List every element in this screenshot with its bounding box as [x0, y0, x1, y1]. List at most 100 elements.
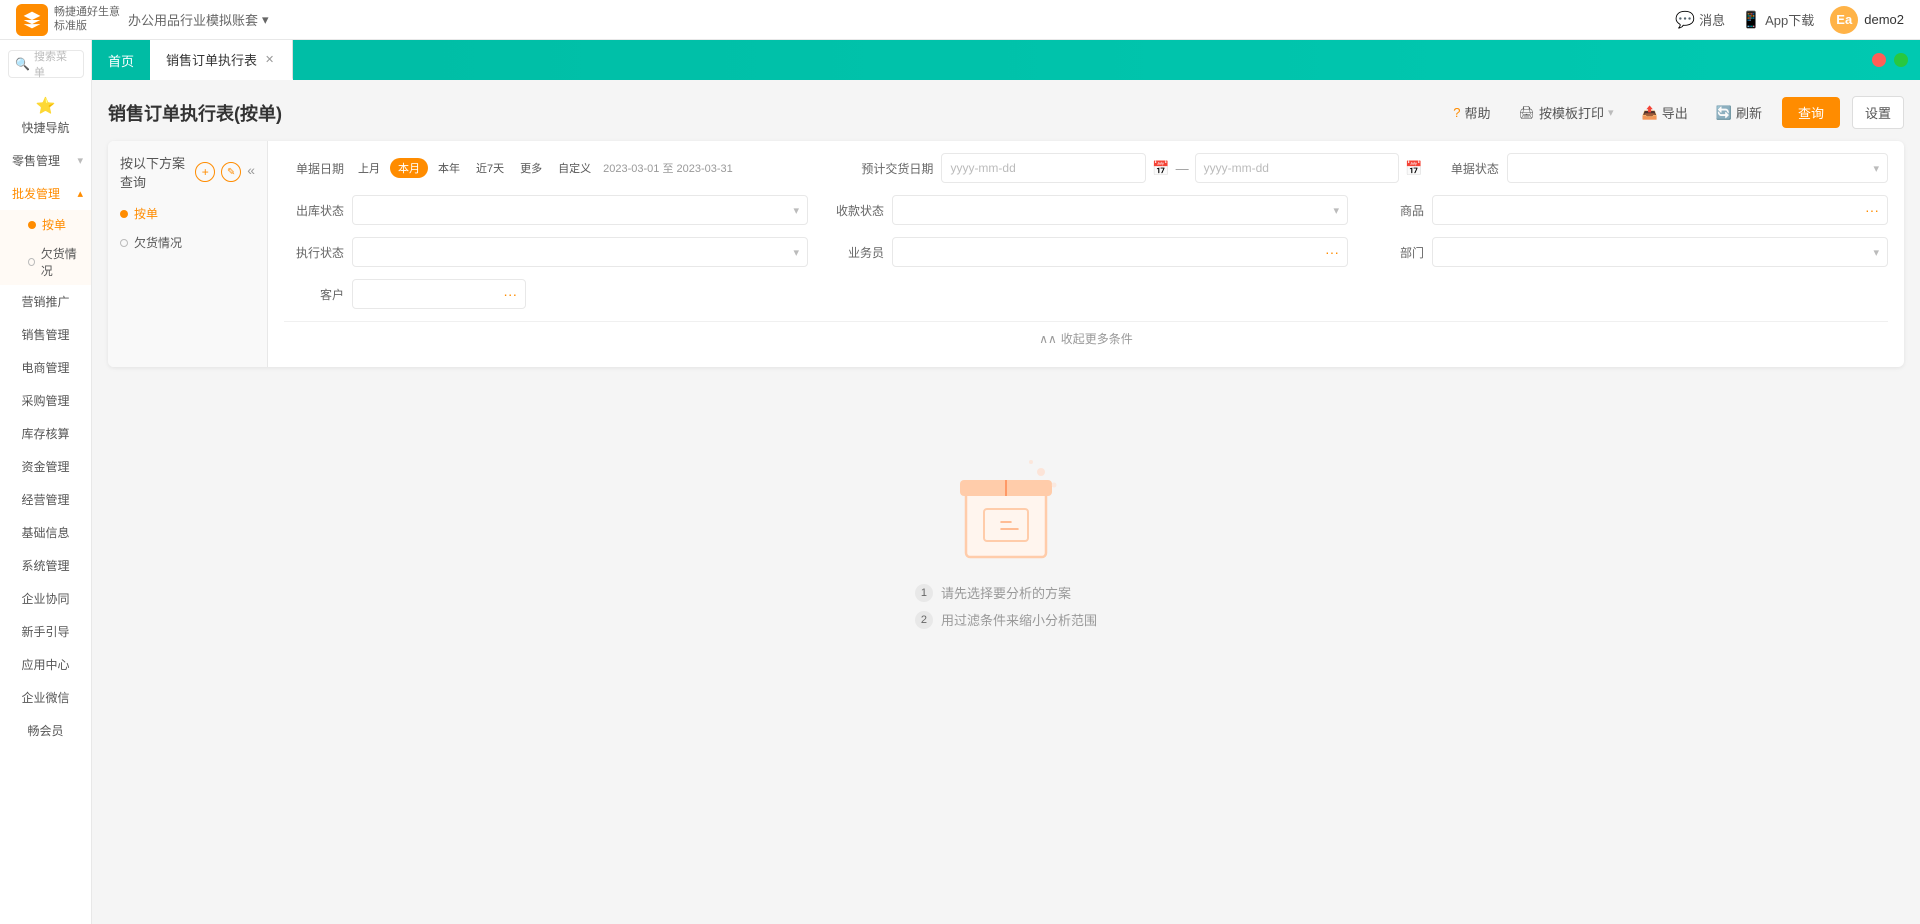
sidebar-item-enterprise[interactable]: 企业协同: [0, 582, 91, 615]
page-title: 销售订单执行表(按单): [108, 100, 282, 126]
dropdown-icon[interactable]: ▾: [262, 12, 269, 28]
sidebar-item-ecommerce[interactable]: 电商管理: [0, 351, 91, 384]
refresh-button[interactable]: 🔄 刷新: [1708, 99, 1770, 126]
salesperson-label: 业务员: [824, 244, 884, 261]
warehouse-status-select[interactable]: ▾: [352, 195, 808, 225]
sidebar-item-marketing[interactable]: 营销推广: [0, 285, 91, 318]
sidebar-item-quick-nav[interactable]: ⭐ 快捷导航: [0, 88, 91, 144]
customer-dots[interactable]: ···: [503, 286, 517, 302]
export-button[interactable]: 📤 导出: [1634, 99, 1696, 126]
date-end-icon[interactable]: 📅: [1405, 160, 1422, 177]
filter-panel: 按以下方案查询 + ✎ « 按单: [108, 141, 1904, 367]
retail-label: 零售管理: [12, 152, 60, 169]
member-label: 畅会员: [27, 722, 63, 739]
ecommerce-label: 电商管理: [21, 359, 69, 376]
sidebar-item-finance[interactable]: 资金管理: [0, 450, 91, 483]
expected-date-start[interactable]: yyyy-mm-dd: [941, 153, 1146, 183]
filter-sidebar: 按以下方案查询 + ✎ « 按单: [108, 141, 268, 367]
user-profile[interactable]: Ea demo2: [1830, 6, 1904, 34]
filter-row-4: 客户 ···: [284, 279, 1888, 309]
sidebar-item-system[interactable]: 系统管理: [0, 549, 91, 582]
date-start-icon[interactable]: 📅: [1152, 160, 1169, 177]
product-input[interactable]: ···: [1432, 195, 1888, 225]
salesperson-dots[interactable]: ···: [1325, 244, 1339, 260]
filter-field-salesperson: 业务员 ···: [824, 237, 1348, 267]
sidebar-item-purchase[interactable]: 采购管理: [0, 384, 91, 417]
sidebar-item-newuser[interactable]: 新手引导: [0, 615, 91, 648]
product-label: 商品: [1364, 202, 1424, 219]
search-input-box[interactable]: 🔍 搜索菜单: [8, 50, 84, 78]
product-dots[interactable]: ···: [1865, 202, 1879, 218]
customer-input[interactable]: ···: [352, 279, 526, 309]
department-select[interactable]: ▾: [1432, 237, 1888, 267]
date-sep: —: [1176, 161, 1189, 176]
filter-row-2: 出库状态 ▾ 收款状态 ▾: [284, 195, 1888, 225]
collapse-row: ∧∧ 收起更多条件: [284, 321, 1888, 355]
avatar: Ea: [1830, 6, 1858, 34]
finance-label: 资金管理: [21, 458, 69, 475]
window-close-button[interactable]: ✕: [1872, 53, 1886, 67]
query-button[interactable]: 查询: [1782, 97, 1840, 128]
sidebar-sub-item-按单[interactable]: 按单: [16, 210, 91, 239]
payment-status-label: 收款状态: [824, 202, 884, 219]
empty-step-2: 2 用过滤条件来缩小分析范围: [915, 610, 1097, 629]
message-button[interactable]: 💬 消息: [1675, 10, 1725, 30]
edit-scheme-button[interactable]: ✎: [221, 162, 241, 182]
wechat-label: 企业微信: [21, 689, 69, 706]
purchase-label: 采购管理: [21, 392, 69, 409]
tab-home[interactable]: 首页: [92, 40, 150, 80]
exec-status-select[interactable]: ▾: [352, 237, 808, 267]
quick-date-buttons: 上月 本月 本年 近7天 更多 自定义: [352, 158, 597, 178]
sidebar-item-basic[interactable]: 基础信息: [0, 516, 91, 549]
sidebar-item-appstore[interactable]: 应用中心: [0, 648, 91, 681]
filter-fields: 单据日期 上月 本月 本年 近7天 更多 自定义: [268, 141, 1904, 367]
filter-scheme-按单[interactable]: 按单: [108, 199, 267, 228]
quick-date-more[interactable]: 更多: [514, 158, 548, 178]
sidebar-sub-item-欠货情况[interactable]: 欠货情况: [16, 239, 91, 285]
sidebar-item-wholesale[interactable]: 批发管理 ▴: [0, 177, 91, 210]
quick-nav-label: 快捷导航: [21, 119, 69, 136]
quick-date-last-month[interactable]: 上月: [352, 158, 386, 178]
salesperson-input[interactable]: ···: [892, 237, 1348, 267]
expected-date-label: 预计交货日期: [861, 160, 933, 177]
expected-date-end[interactable]: yyyy-mm-dd: [1195, 153, 1400, 183]
wholesale-label: 批发管理: [12, 185, 60, 202]
filter-field-order-status: 单据状态 ▾: [1439, 153, 1888, 183]
basic-label: 基础信息: [21, 524, 69, 541]
filter-field-warehouse-status: 出库状态 ▾: [284, 195, 808, 225]
print-button[interactable]: 🖨 按模板打印 ▾: [1511, 99, 1622, 126]
sidebar-item-inventory[interactable]: 库存核算: [0, 417, 91, 450]
page-actions: ? 帮助 🖨 按模板打印 ▾ 📤 导出 🔄: [1445, 96, 1904, 129]
order-status-select[interactable]: ▾: [1507, 153, 1888, 183]
filter-field-customer: 客户 ···: [284, 279, 526, 309]
app-download-button[interactable]: 📱 App下载: [1741, 10, 1814, 30]
payment-status-select[interactable]: ▾: [892, 195, 1348, 225]
sidebar-item-sales[interactable]: 销售管理: [0, 318, 91, 351]
tab-sales-order[interactable]: 销售订单执行表 ✕: [150, 40, 293, 80]
settings-button[interactable]: 设置: [1852, 96, 1904, 129]
add-scheme-button[interactable]: +: [195, 162, 215, 182]
empty-step-1: 1 请先选择要分析的方案: [915, 583, 1097, 602]
enterprise-label: 企业协同: [21, 590, 69, 607]
filter-field-product: 商品 ···: [1364, 195, 1888, 225]
tab-close-button[interactable]: ✕: [263, 51, 276, 68]
sidebar-item-wechat[interactable]: 企业微信: [0, 681, 91, 714]
filter-row-1: 单据日期 上月 本月 本年 近7天 更多 自定义: [284, 153, 1888, 183]
sidebar-item-retail[interactable]: 零售管理 ▾: [0, 144, 91, 177]
sidebar-item-operations[interactable]: 经营管理: [0, 483, 91, 516]
quick-date-this-month[interactable]: 本月: [390, 158, 428, 178]
window-maximize-button[interactable]: ⤢: [1894, 53, 1908, 67]
filter-scheme-欠货情况[interactable]: 欠货情况: [108, 228, 267, 257]
quick-date-this-year[interactable]: 本年: [432, 158, 466, 178]
inventory-label: 库存核算: [21, 425, 69, 442]
exec-status-label: 执行状态: [284, 244, 344, 261]
collapse-more-button[interactable]: ∧∧ 收起更多条件: [1039, 330, 1133, 347]
sidebar-collapse-button[interactable]: «: [247, 162, 255, 182]
sidebar-search-area[interactable]: 🔍 搜索菜单: [0, 40, 91, 88]
sidebar: 🔍 搜索菜单 ⭐ 快捷导航 零售管理 ▾ 批发管理 ▴ 按单: [0, 40, 92, 924]
quick-date-custom[interactable]: 自定义: [552, 158, 597, 178]
help-button[interactable]: ? 帮助: [1445, 99, 1498, 126]
sidebar-item-member[interactable]: 畅会员: [0, 714, 91, 747]
quick-date-7days[interactable]: 近7天: [470, 158, 510, 178]
empty-state: 1 请先选择要分析的方案 2 用过滤条件来缩小分析范围: [108, 367, 1904, 709]
